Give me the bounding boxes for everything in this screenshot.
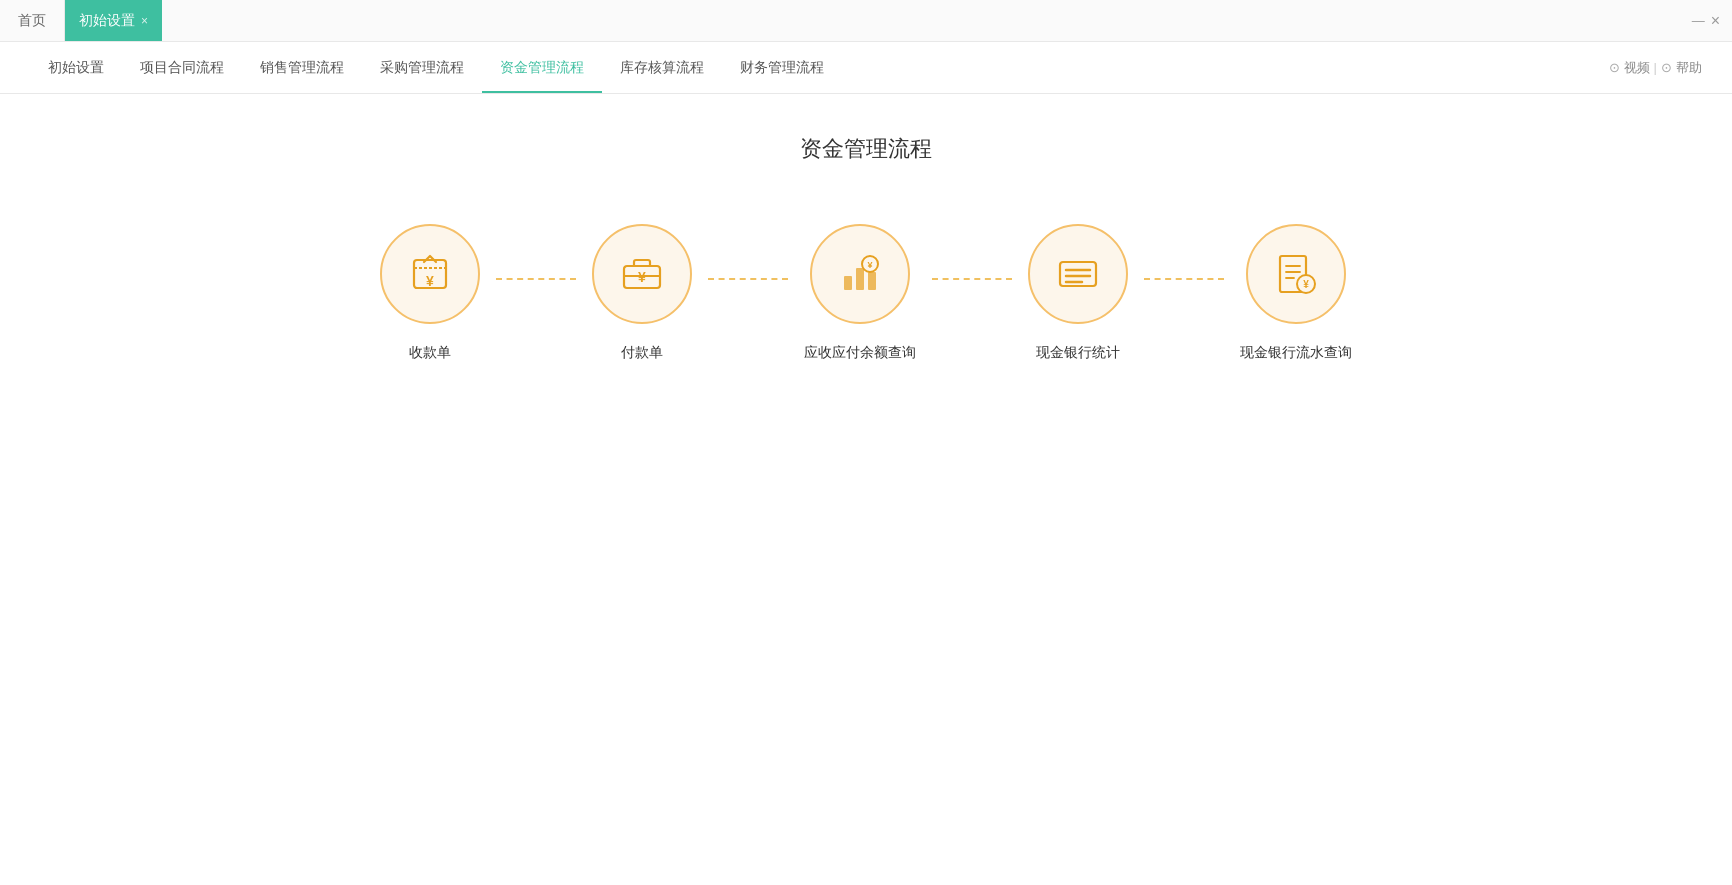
shoukuan-label: 收款单 bbox=[409, 344, 451, 362]
fukuan-label: 付款单 bbox=[621, 344, 663, 362]
help-link[interactable]: 帮助 bbox=[1676, 59, 1702, 77]
nav-item-chushi-label: 初始设置 bbox=[48, 59, 104, 77]
svg-text:¥: ¥ bbox=[426, 273, 434, 289]
connector-3 bbox=[916, 278, 1028, 308]
shoukuan-icon: ¥ bbox=[404, 248, 456, 300]
nav-item-finance[interactable]: 财务管理流程 bbox=[722, 42, 842, 93]
active-tab[interactable]: 初始设置 × bbox=[65, 0, 162, 41]
dotted-line-2 bbox=[708, 278, 788, 280]
top-bar-right: — × bbox=[1692, 12, 1732, 30]
nav-item-project-label: 项目合同流程 bbox=[140, 59, 224, 77]
connector-4 bbox=[1128, 278, 1240, 308]
nav-item-finance-label: 财务管理流程 bbox=[740, 59, 824, 77]
dotted-line-4 bbox=[1144, 278, 1224, 280]
svg-rect-5 bbox=[844, 276, 852, 290]
flow-container: ¥ 收款单 ¥ 付款单 bbox=[60, 224, 1672, 362]
svg-rect-6 bbox=[856, 268, 864, 290]
nav-right: ⊙ 视频 | ⊙ 帮助 bbox=[1609, 59, 1702, 77]
home-tab[interactable]: 首页 bbox=[0, 0, 65, 41]
nav-item-purchase-label: 采购管理流程 bbox=[380, 59, 464, 77]
dotted-line-1 bbox=[496, 278, 576, 280]
nav-divider: | bbox=[1654, 60, 1657, 75]
nav-item-project[interactable]: 项目合同流程 bbox=[122, 42, 242, 93]
help-icon: ⊙ bbox=[1661, 60, 1672, 75]
flow-item-xianjin[interactable]: 现金银行统计 bbox=[1028, 224, 1128, 362]
dotted-line-3 bbox=[932, 278, 1012, 280]
liushui-icon-circle: ¥ bbox=[1246, 224, 1346, 324]
yingshou-label: 应收应付余额查询 bbox=[804, 344, 916, 362]
yingshou-icon-circle: ¥ bbox=[810, 224, 910, 324]
nav-item-inventory-label: 库存核算流程 bbox=[620, 59, 704, 77]
svg-text:¥: ¥ bbox=[1303, 279, 1309, 290]
svg-text:¥: ¥ bbox=[867, 260, 872, 270]
flow-item-liushui[interactable]: ¥ 现金银行流水查询 bbox=[1240, 224, 1352, 362]
nav-bar: 初始设置 项目合同流程 销售管理流程 采购管理流程 资金管理流程 库存核算流程 … bbox=[0, 42, 1732, 94]
nav-item-inventory[interactable]: 库存核算流程 bbox=[602, 42, 722, 93]
active-tab-label: 初始设置 bbox=[79, 12, 135, 30]
page-title: 资金管理流程 bbox=[60, 134, 1672, 164]
nav-item-capital-label: 资金管理流程 bbox=[500, 59, 584, 77]
shoukuan-icon-circle: ¥ bbox=[380, 224, 480, 324]
svg-rect-7 bbox=[868, 272, 876, 290]
xianjin-label: 现金银行统计 bbox=[1036, 344, 1120, 362]
liushui-icon: ¥ bbox=[1270, 248, 1322, 300]
liushui-label: 现金银行流水查询 bbox=[1240, 344, 1352, 362]
fukuan-icon-circle: ¥ bbox=[592, 224, 692, 324]
main-content: 资金管理流程 ¥ 收款单 bbox=[0, 94, 1732, 402]
nav-item-purchase[interactable]: 采购管理流程 bbox=[362, 42, 482, 93]
xianjin-icon bbox=[1052, 248, 1104, 300]
fukuan-icon: ¥ bbox=[616, 248, 668, 300]
xianjin-icon-circle bbox=[1028, 224, 1128, 324]
yingshou-icon: ¥ bbox=[834, 248, 886, 300]
nav-item-sales-label: 销售管理流程 bbox=[260, 59, 344, 77]
top-bar: 首页 初始设置 × — × bbox=[0, 0, 1732, 42]
nav-item-sales[interactable]: 销售管理流程 bbox=[242, 42, 362, 93]
flow-item-fukuan[interactable]: ¥ 付款单 bbox=[592, 224, 692, 362]
connector-1 bbox=[480, 278, 592, 308]
connector-2 bbox=[692, 278, 804, 308]
home-tab-label: 首页 bbox=[18, 12, 46, 30]
flow-item-shoukuan[interactable]: ¥ 收款单 bbox=[380, 224, 480, 362]
close-tab-icon[interactable]: × bbox=[141, 14, 148, 28]
window-minimize-icon[interactable]: — bbox=[1692, 13, 1705, 28]
video-link[interactable]: 视频 bbox=[1624, 59, 1650, 77]
window-close-icon[interactable]: × bbox=[1711, 12, 1720, 30]
nav-item-chushi[interactable]: 初始设置 bbox=[30, 42, 122, 93]
flow-item-yingshou[interactable]: ¥ 应收应付余额查询 bbox=[804, 224, 916, 362]
video-icon: ⊙ bbox=[1609, 60, 1620, 75]
nav-item-capital[interactable]: 资金管理流程 bbox=[482, 42, 602, 93]
